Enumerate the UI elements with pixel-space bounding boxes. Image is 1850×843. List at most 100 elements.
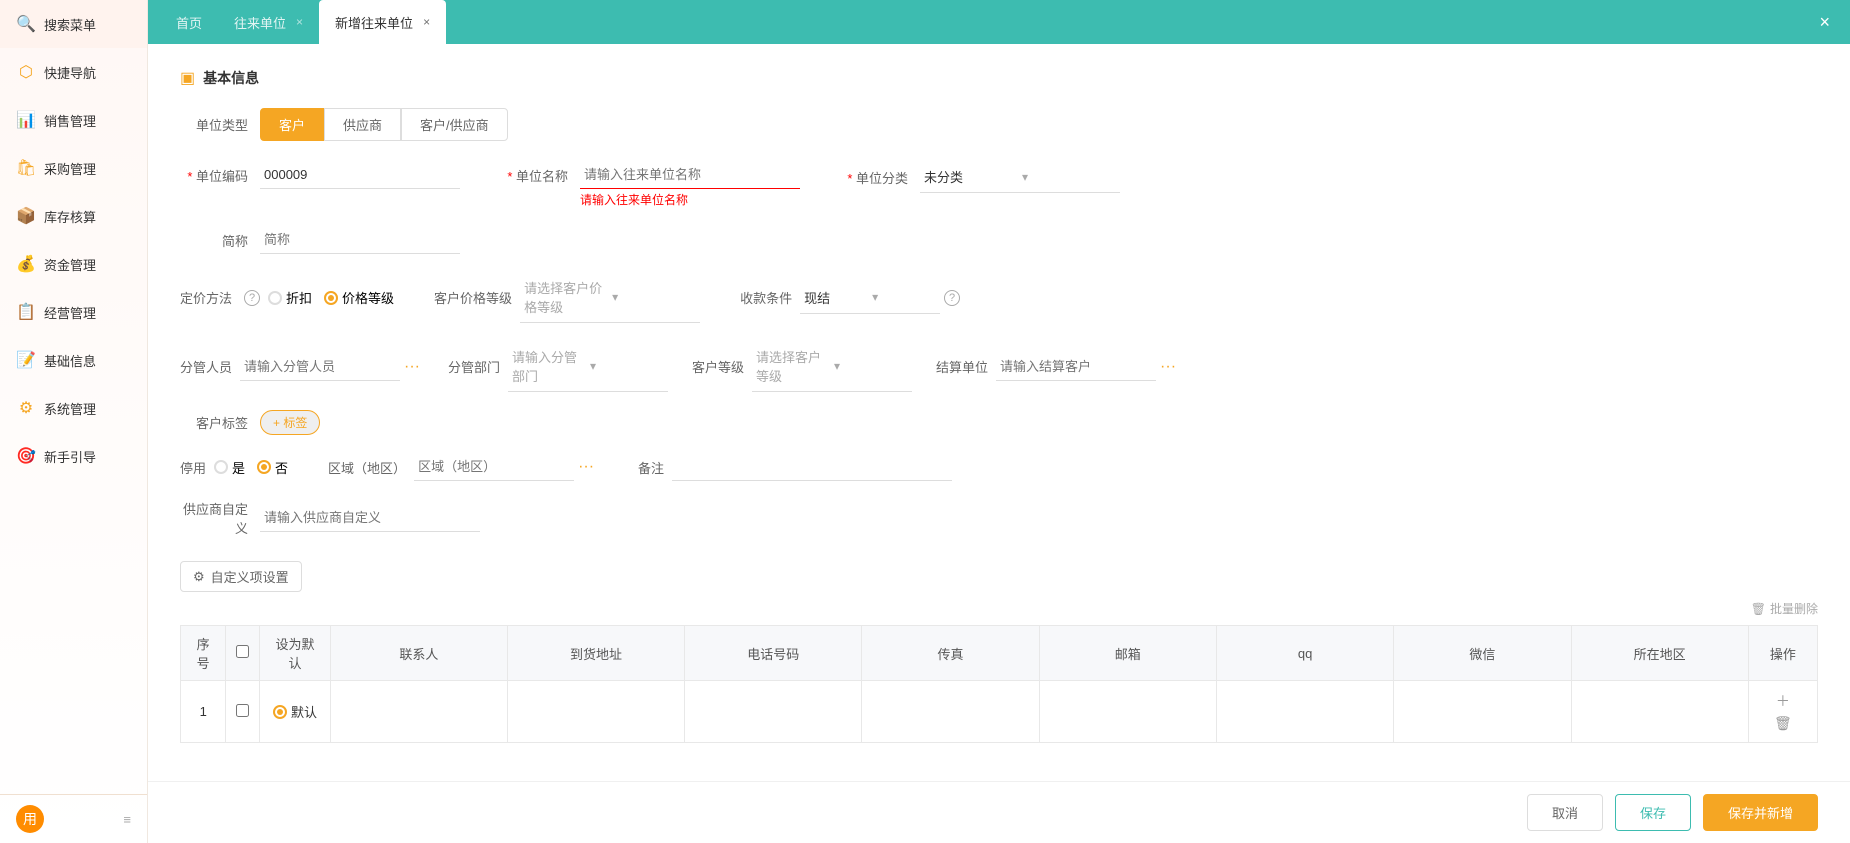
fax-input[interactable] — [872, 704, 1028, 719]
region-input[interactable] — [414, 453, 574, 481]
unit-code-input[interactable] — [260, 161, 460, 189]
unit-category-select[interactable]: 未分类 ▾ — [920, 161, 1120, 193]
row-select-checkbox[interactable] — [236, 704, 249, 717]
section-header: ▣ 基本信息 — [180, 68, 1818, 88]
sidebar: 🔍 搜索菜单 ⬡ 快捷导航 📊 销售管理 🛍 采购管理 📦 库存核算 💰 资金管… — [0, 0, 148, 843]
col-phone: 电话号码 — [685, 626, 862, 681]
col-region: 所在地区 — [1571, 626, 1748, 681]
col-checkbox — [226, 626, 260, 681]
abbr-input[interactable] — [260, 226, 460, 254]
tab-home[interactable]: 首页 — [160, 0, 218, 44]
custom-settings-button[interactable]: ⚙ 自定义项设置 — [180, 561, 302, 592]
col-default: 设为默认 — [260, 626, 330, 681]
payment-condition-group: 收款条件 现结 ▾ ? — [740, 282, 960, 314]
remarks-input[interactable] — [672, 453, 952, 481]
pricing-level-radio[interactable]: 价格等级 — [324, 288, 394, 307]
row-actions: ＋ 🗑 — [1748, 681, 1817, 743]
disabled-no-radio[interactable]: 否 — [257, 458, 288, 477]
manager-input[interactable] — [240, 353, 400, 381]
wechat-input[interactable] — [1404, 704, 1560, 719]
row-address[interactable] — [507, 681, 684, 743]
settlement-more-btn[interactable]: ··· — [1156, 358, 1180, 376]
sidebar-item-inventory[interactable]: 📦 库存核算 — [0, 192, 147, 240]
row-region[interactable] — [1571, 681, 1748, 743]
region-cell-input[interactable] — [1582, 704, 1738, 719]
sidebar-item-newuser[interactable]: 🎯 新手引导 — [0, 432, 147, 480]
home-icon: ⬡ — [16, 62, 36, 82]
contacts-table: 序号 设为默认 联系人 到货地址 电话号码 传真 邮箱 qq 微信 所在地区 操… — [180, 625, 1818, 743]
customer-price-select[interactable]: 请选择客户价格等级 ▾ — [520, 272, 700, 323]
tab-partner[interactable]: 往来单位 × — [218, 0, 319, 44]
row-qq[interactable] — [1216, 681, 1393, 743]
sidebar-item-finance[interactable]: 💰 资金管理 — [0, 240, 147, 288]
form-content: ▣ 基本信息 单位类型 客户 供应商 客户/供应商 单位编码 — [148, 44, 1850, 781]
region-group: 区域（地区） ··· — [328, 453, 598, 481]
sidebar-item-sales[interactable]: 📊 销售管理 — [0, 96, 147, 144]
batch-delete-button[interactable]: 🗑 批量删除 — [1751, 600, 1818, 617]
col-email: 邮箱 — [1039, 626, 1216, 681]
sidebar-item-operations[interactable]: 📋 经营管理 — [0, 288, 147, 336]
save-new-button[interactable]: 保存并新增 — [1703, 794, 1818, 831]
add-tag-button[interactable]: + 标签 — [260, 410, 320, 435]
pricing-discount-radio[interactable]: 折扣 — [268, 288, 312, 307]
sidebar-item-purchase[interactable]: 🛍 采购管理 — [0, 144, 147, 192]
supplier-custom-input[interactable] — [260, 504, 480, 532]
tab-partner-close[interactable]: × — [296, 15, 303, 29]
pricing-help-icon[interactable]: ? — [244, 290, 260, 306]
manager-more-btn[interactable]: ··· — [400, 358, 424, 376]
select-all-checkbox[interactable] — [236, 645, 249, 658]
row-index: 1 — [181, 681, 226, 743]
add-row-button[interactable]: ＋ — [1772, 689, 1794, 713]
delete-row-button[interactable]: 🗑 — [1770, 713, 1796, 734]
customer-level-select[interactable]: 请选择客户等级 ▾ — [752, 341, 912, 392]
manager-label: 分管人员 — [180, 357, 240, 376]
operations-icon: 📋 — [16, 302, 36, 322]
sidebar-item-quicknav[interactable]: ⬡ 快捷导航 — [0, 48, 147, 96]
phone-input[interactable] — [695, 704, 851, 719]
payment-condition-select[interactable]: 现结 ▾ — [800, 282, 940, 314]
sidebar-item-search[interactable]: 🔍 搜索菜单 — [0, 0, 147, 48]
row-fax[interactable] — [862, 681, 1039, 743]
address-input[interactable] — [518, 704, 674, 719]
tab-new-partner-close[interactable]: × — [423, 15, 430, 29]
settlement-input[interactable] — [996, 353, 1156, 381]
type-btn-customer[interactable]: 客户 — [260, 108, 324, 141]
department-select[interactable]: 请输入分管部门 ▾ — [508, 341, 668, 392]
row-phone[interactable] — [685, 681, 862, 743]
row-default[interactable]: 默认 — [260, 681, 330, 743]
sidebar-item-system[interactable]: ⚙ 系统管理 — [0, 384, 147, 432]
supplier-custom-row: 供应商自定义 — [180, 499, 1818, 537]
row-checkbox[interactable] — [226, 681, 260, 743]
no-radio-circle — [257, 460, 271, 474]
close-all-tabs[interactable]: × — [1811, 12, 1838, 33]
type-btn-supplier[interactable]: 供应商 — [324, 108, 401, 141]
manager-group: 分管人员 ··· — [180, 353, 424, 381]
type-btn-both[interactable]: 客户/供应商 — [401, 108, 508, 141]
email-input[interactable] — [1050, 704, 1206, 719]
contact-input[interactable] — [341, 704, 497, 719]
unit-name-error: 请输入往来单位名称 — [580, 191, 688, 208]
payment-help-icon[interactable]: ? — [944, 290, 960, 306]
unit-type-row: 单位类型 客户 供应商 客户/供应商 — [180, 108, 1818, 141]
cancel-button[interactable]: 取消 — [1527, 794, 1603, 831]
row-contact[interactable] — [330, 681, 507, 743]
unit-name-input[interactable] — [580, 161, 800, 189]
remarks-label: 备注 — [638, 458, 672, 477]
sidebar-expand-icon[interactable]: ≡ — [123, 812, 131, 827]
save-button[interactable]: 保存 — [1615, 794, 1691, 831]
search-icon: 🔍 — [16, 14, 36, 34]
settings-icon: ⚙ — [193, 569, 205, 585]
disabled-yes-radio[interactable]: 是 — [214, 458, 245, 477]
row-email[interactable] — [1039, 681, 1216, 743]
section-icon: ▣ — [180, 68, 195, 88]
region-more-btn[interactable]: ··· — [574, 458, 598, 476]
payment-dropdown-icon: ▾ — [872, 290, 936, 304]
qq-input[interactable] — [1227, 704, 1383, 719]
finance-icon: 💰 — [16, 254, 36, 274]
customer-level-label: 客户等级 — [692, 357, 752, 376]
default-radio[interactable] — [273, 705, 287, 719]
row-wechat[interactable] — [1394, 681, 1571, 743]
batch-delete-area: 🗑 批量删除 — [180, 600, 1818, 617]
sidebar-item-basic[interactable]: 📝 基础信息 — [0, 336, 147, 384]
tab-new-partner[interactable]: 新增往来单位 × — [319, 0, 446, 44]
